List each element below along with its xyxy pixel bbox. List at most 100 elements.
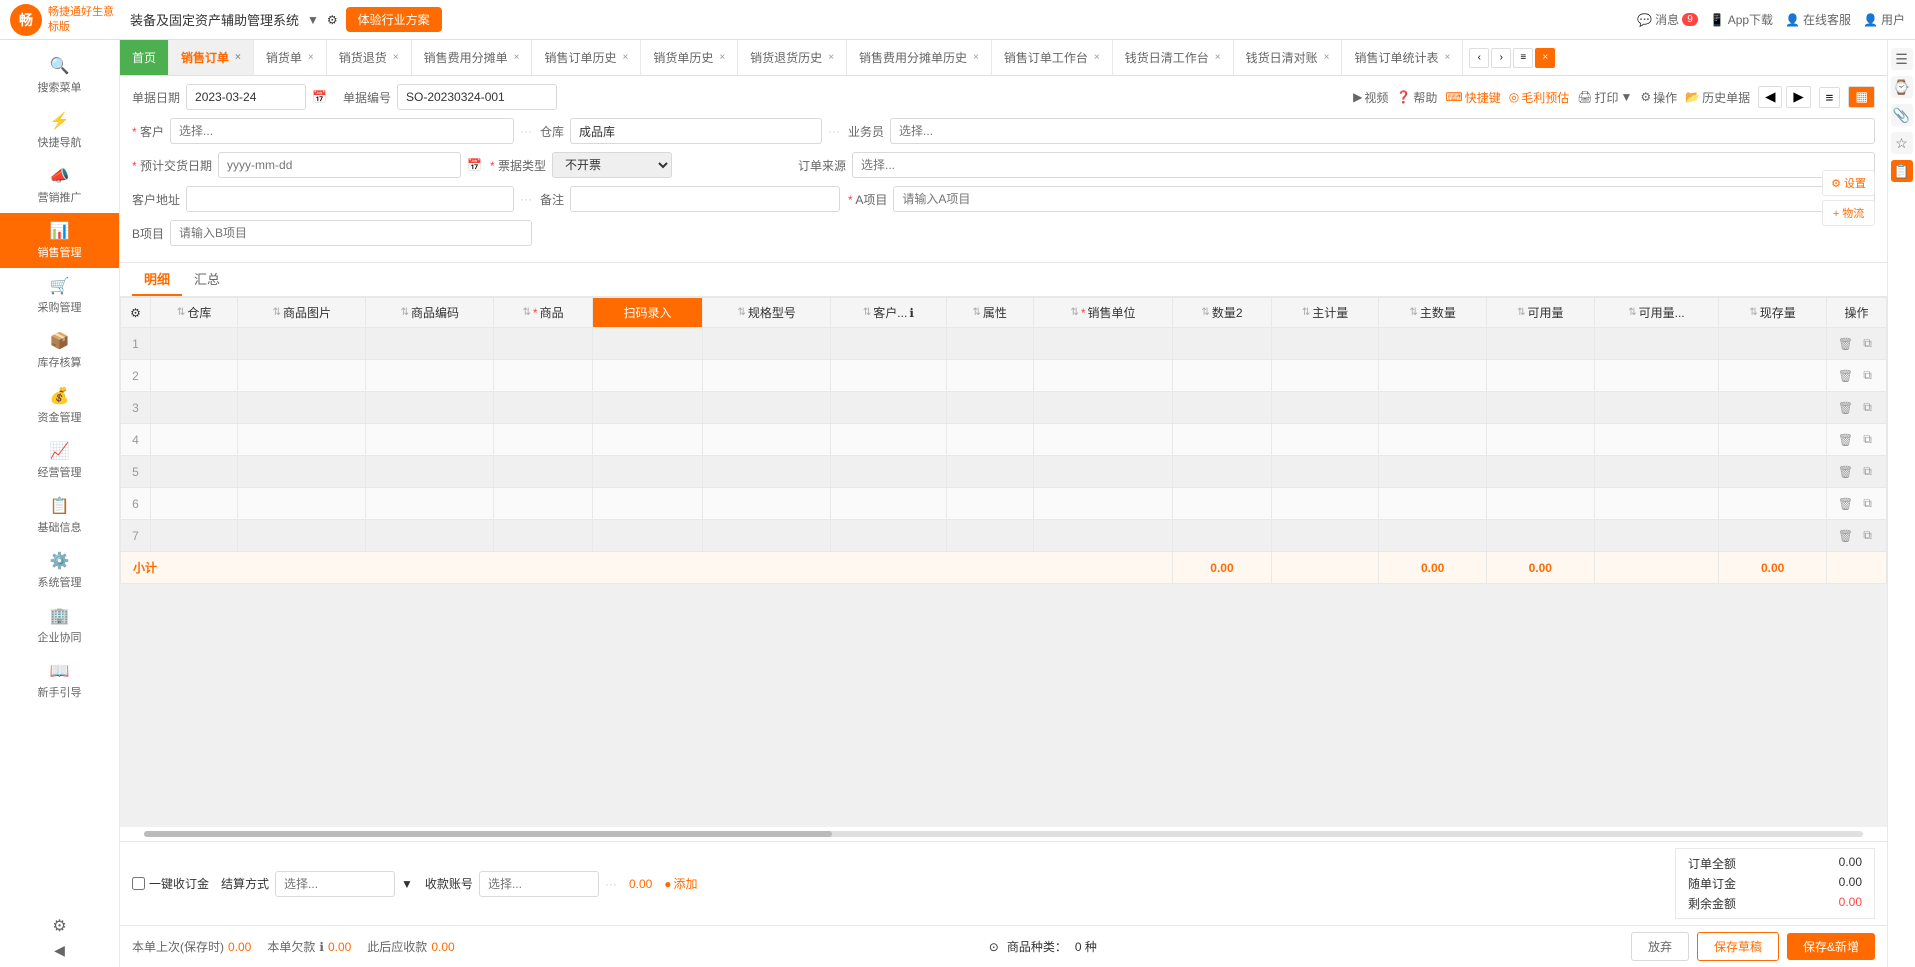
table-cell[interactable]	[1033, 456, 1172, 488]
table-cell[interactable]	[238, 488, 366, 520]
table-cell[interactable]	[592, 520, 702, 552]
table-cell[interactable]	[151, 360, 238, 392]
table-cell[interactable]	[1379, 392, 1487, 424]
tab-refund-history[interactable]: 销货退货历史 ×	[738, 40, 847, 76]
tab-cash-reconcile[interactable]: 钱货日清对账 ×	[1234, 40, 1343, 76]
table-cell[interactable]	[366, 392, 494, 424]
table-cell[interactable]	[592, 392, 702, 424]
table-cell[interactable]	[592, 360, 702, 392]
table-cell[interactable]	[592, 328, 702, 360]
table-cell[interactable]	[1594, 456, 1719, 488]
sidebar-item-finance[interactable]: 💰 资金管理	[0, 378, 119, 433]
table-cell[interactable]	[1487, 488, 1595, 520]
table-cell[interactable]	[1173, 328, 1272, 360]
table-cell[interactable]	[151, 328, 238, 360]
tab-sales-return[interactable]: 销货单 ×	[254, 40, 327, 76]
invoice-type-select[interactable]: 不开票 增值税普通发票 增值税专用发票	[552, 152, 672, 178]
table-cell[interactable]	[238, 392, 366, 424]
table-cell[interactable]	[831, 456, 946, 488]
delete-btn[interactable]: 🗑	[1837, 399, 1855, 417]
table-cell[interactable]	[1594, 488, 1719, 520]
table-cell[interactable]	[946, 520, 1033, 552]
tab-close-expense-split[interactable]: ×	[514, 52, 520, 63]
tab-close-return-history[interactable]: ×	[719, 52, 725, 63]
tab-next-btn[interactable]: ›	[1491, 48, 1511, 68]
tab-cash-workbench[interactable]: 钱货日清工作台 ×	[1113, 40, 1234, 76]
payment-method-dropdown[interactable]: ▼	[401, 877, 413, 891]
col-attributes[interactable]: ⇅属性	[946, 298, 1033, 328]
table-cell[interactable]	[238, 328, 366, 360]
table-cell[interactable]	[1719, 456, 1827, 488]
user-item[interactable]: 👤 用户	[1863, 11, 1905, 28]
sidebar-item-guide[interactable]: 📖 新手引导	[0, 653, 119, 708]
col-customer-code[interactable]: ⇅客户...ℹ	[831, 298, 946, 328]
col-available[interactable]: ⇅可用量	[1487, 298, 1595, 328]
col-main-qty[interactable]: ⇅主数量	[1379, 298, 1487, 328]
table-cell[interactable]	[1173, 456, 1272, 488]
copy-btn[interactable]: ⧉	[1859, 527, 1877, 545]
table-cell[interactable]	[238, 456, 366, 488]
online-support-item[interactable]: 👤 在线客服	[1785, 11, 1851, 28]
save-draft-btn[interactable]: 保存草稿	[1697, 932, 1779, 961]
delete-btn[interactable]: 🗑	[1837, 367, 1855, 385]
print-dropdown-icon[interactable]: ▼	[1620, 90, 1632, 104]
table-cell[interactable]	[1033, 360, 1172, 392]
sidebar-item-enterprise[interactable]: 🏢 企业协同	[0, 598, 119, 653]
view-toggle-grid-btn[interactable]: ≡	[1819, 87, 1841, 108]
right-panel-icon-1[interactable]: ☰	[1891, 48, 1913, 70]
table-cell[interactable]	[494, 488, 593, 520]
message-item[interactable]: 💬 消息 9	[1637, 11, 1698, 28]
table-cell[interactable]	[238, 360, 366, 392]
table-cell[interactable]	[592, 424, 702, 456]
table-cell[interactable]	[494, 328, 593, 360]
table-cell[interactable]	[1719, 424, 1827, 456]
right-panel-icon-2[interactable]: ⌚	[1891, 76, 1913, 98]
save-new-btn[interactable]: 保存&新增	[1787, 933, 1875, 960]
table-cell[interactable]	[703, 392, 831, 424]
print-action[interactable]: 🖨 打印 ▼	[1577, 89, 1632, 106]
table-cell[interactable]	[494, 392, 593, 424]
table-cell[interactable]	[1271, 360, 1379, 392]
table-cell[interactable]	[1487, 360, 1595, 392]
delivery-calendar-icon[interactable]: 📅	[467, 158, 482, 172]
delete-btn[interactable]: 🗑	[1837, 431, 1855, 449]
col-product-img[interactable]: ⇅商品图片	[238, 298, 366, 328]
table-cell[interactable]	[1173, 360, 1272, 392]
table-cell[interactable]	[366, 488, 494, 520]
table-cell[interactable]	[1271, 488, 1379, 520]
sidebar-item-system[interactable]: ⚙️ 系统管理	[0, 543, 119, 598]
table-cell[interactable]	[703, 328, 831, 360]
tab-sales-order[interactable]: 销售订单 ×	[169, 40, 254, 76]
copy-btn[interactable]: ⧉	[1859, 399, 1877, 417]
col-product-code[interactable]: ⇅商品编码	[366, 298, 494, 328]
add-material-btn[interactable]: + 物流	[1822, 200, 1875, 226]
table-cell[interactable]	[1271, 328, 1379, 360]
table-cell[interactable]	[831, 360, 946, 392]
table-cell[interactable]	[1487, 424, 1595, 456]
table-cell[interactable]	[1719, 360, 1827, 392]
table-cell[interactable]	[1594, 520, 1719, 552]
tab-order-history[interactable]: 销售订单历史 ×	[532, 40, 641, 76]
sidebar-item-purchase[interactable]: 🛒 采购管理	[0, 268, 119, 323]
delete-btn[interactable]: 🗑	[1837, 463, 1855, 481]
col-qty2[interactable]: ⇅数量2	[1173, 298, 1272, 328]
sidebar-item-inventory[interactable]: 📦 库存核算	[0, 323, 119, 378]
table-cell[interactable]	[1379, 488, 1487, 520]
col-spec[interactable]: ⇅规格型号	[703, 298, 831, 328]
table-cell[interactable]	[151, 392, 238, 424]
table-cell[interactable]	[1033, 328, 1172, 360]
shortcut-action[interactable]: ⌨ 快捷键	[1445, 89, 1500, 106]
table-cell[interactable]	[1594, 360, 1719, 392]
table-cell[interactable]	[946, 488, 1033, 520]
table-cell[interactable]	[1271, 392, 1379, 424]
table-cell[interactable]	[1594, 328, 1719, 360]
delete-btn[interactable]: 🗑	[1837, 527, 1855, 545]
col-main-unit[interactable]: ⇅主计量	[1271, 298, 1379, 328]
delete-btn[interactable]: 🗑	[1837, 495, 1855, 513]
table-cell[interactable]	[1719, 328, 1827, 360]
table-cell[interactable]	[1487, 328, 1595, 360]
sidebar-settings-icon[interactable]: ⚙	[52, 916, 66, 936]
profit-action[interactable]: ◎ 毛利预估	[1509, 89, 1570, 106]
right-panel-icon-4[interactable]: ☆	[1891, 132, 1913, 154]
one-click-checkout-checkbox[interactable]	[132, 877, 145, 890]
